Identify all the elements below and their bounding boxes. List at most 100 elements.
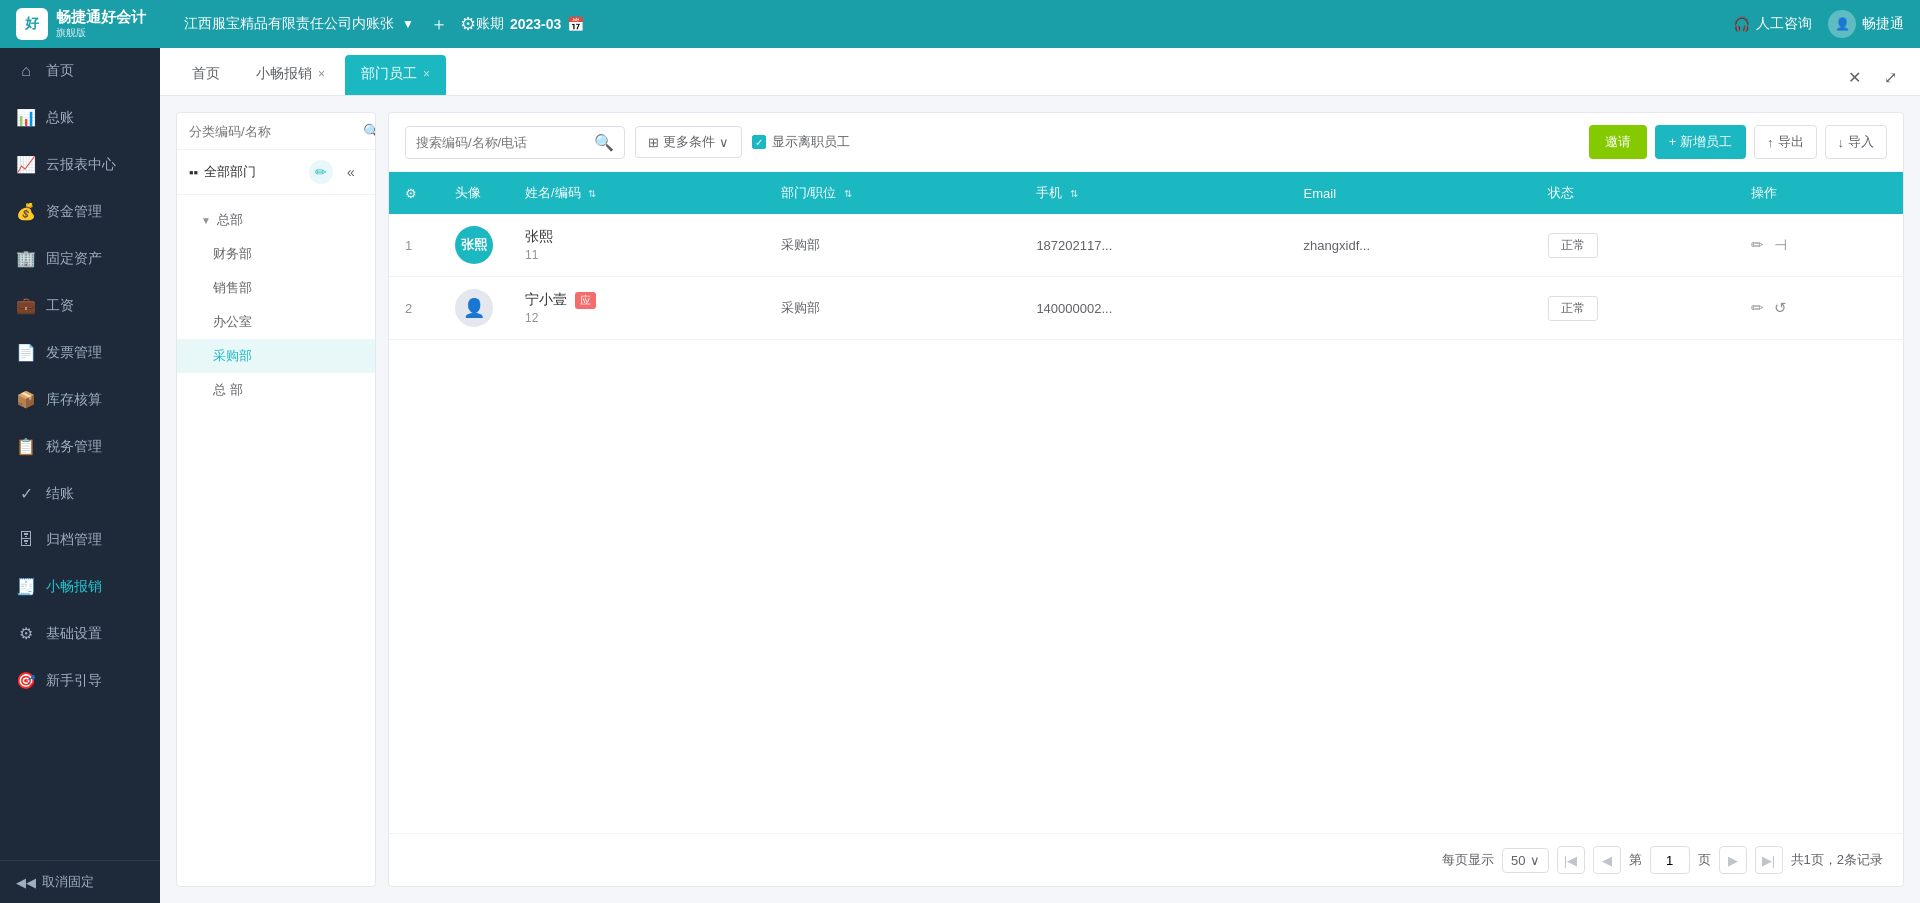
company-dropdown-icon: ▼ xyxy=(402,17,414,31)
dept-header-left: ▪▪ 全部部门 xyxy=(189,163,256,181)
sidebar: ⌂ 首页 📊 总账 📈 云报表中心 💰 资金管理 🏢 固定资产 💼 工资 📄 发… xyxy=(0,48,160,903)
add-employee-button[interactable]: + 新增员工 xyxy=(1655,125,1746,159)
logo-text-group: 畅捷通好会计 旗舰版 xyxy=(56,8,146,40)
dept-tree: ▼ 总部 财务部 销售部 办公室 采购部 xyxy=(177,195,375,886)
department-panel: 🔍 ▪▪ 全部部门 ✏ « ▼ 总部 xyxy=(176,112,376,887)
th-name-code[interactable]: 姓名/编码 ⇅ xyxy=(509,172,765,214)
sidebar-item-funds[interactable]: 💰 资金管理 xyxy=(0,188,160,235)
dept-header-actions: ✏ « xyxy=(309,160,363,184)
export-button[interactable]: ↑ 导出 xyxy=(1754,125,1817,159)
show-resigned-checkbox[interactable]: ✓ xyxy=(752,135,766,149)
tab-bar-actions: ✕ ⤢ xyxy=(1840,63,1904,95)
expense-icon: 🧾 xyxy=(16,577,36,596)
tab-expense[interactable]: 小畅报销 × xyxy=(240,55,341,95)
prev-page-button[interactable]: ◀ xyxy=(1593,846,1621,874)
invite-button[interactable]: 邀请 xyxy=(1589,125,1647,159)
logout-button[interactable]: ⊣ xyxy=(1774,236,1787,254)
sidebar-item-home[interactable]: ⌂ 首页 xyxy=(0,48,160,94)
add-icon[interactable]: ＋ xyxy=(430,12,448,36)
sidebar-item-guide[interactable]: 🎯 新手引导 xyxy=(0,657,160,704)
search-icon[interactable]: 🔍 xyxy=(594,133,614,152)
logo-area: 好 畅捷通好会计 旗舰版 xyxy=(16,8,176,40)
first-page-button[interactable]: |◀ xyxy=(1557,846,1585,874)
dept-node-purchasing[interactable]: 采购部 xyxy=(177,339,375,373)
employee-search-box: 🔍 xyxy=(405,126,625,159)
refresh-button[interactable]: ↺ xyxy=(1774,299,1787,317)
invoice-icon: 📄 xyxy=(16,343,36,362)
next-page-button[interactable]: ▶ xyxy=(1719,846,1747,874)
import-button[interactable]: ↓ 导入 xyxy=(1825,125,1888,159)
sidebar-item-settings[interactable]: ⚙ 基础设置 xyxy=(0,610,160,657)
avatar-placeholder: 👤 xyxy=(455,289,493,327)
page-size-select[interactable]: 50 ∨ xyxy=(1502,848,1548,873)
last-page-button[interactable]: ▶| xyxy=(1755,846,1783,874)
company-name[interactable]: 江西服宝精品有限责任公司内账张 ▼ xyxy=(184,15,414,33)
show-resigned-toggle[interactable]: ✓ 显示离职员工 xyxy=(752,133,850,151)
sort-dept-icon: ⇅ xyxy=(844,188,852,199)
tab-close-employee[interactable]: × xyxy=(423,67,430,81)
row-avatar: 👤 xyxy=(439,277,509,340)
dept-node-head[interactable]: ▼ 总部 xyxy=(177,203,375,237)
sidebar-item-closing[interactable]: ✓ 结账 xyxy=(0,470,160,517)
dept-node-office[interactable]: 办公室 xyxy=(177,305,375,339)
close-window-button[interactable]: ✕ xyxy=(1840,63,1868,91)
dept-collapse-button[interactable]: « xyxy=(339,160,363,184)
service-link[interactable]: 🎧 人工咨询 xyxy=(1733,15,1812,33)
pagination: 每页显示 50 ∨ |◀ ◀ 第 页 ▶ ▶| 共1页，2条记录 xyxy=(389,833,1903,886)
sort-phone-icon: ⇅ xyxy=(1070,188,1078,199)
sidebar-item-ledger[interactable]: 📊 总账 xyxy=(0,94,160,141)
dept-edit-button[interactable]: ✏ xyxy=(309,160,333,184)
sidebar-item-assets[interactable]: 🏢 固定资产 xyxy=(0,235,160,282)
tree-expand-icon: ▼ xyxy=(201,215,211,226)
sidebar-item-inventory[interactable]: 📦 库存核算 xyxy=(0,376,160,423)
row-number: 2 xyxy=(389,277,439,340)
ledger-icon: 📊 xyxy=(16,108,36,127)
sidebar-item-invoice[interactable]: 📄 发票管理 xyxy=(0,329,160,376)
edit-button[interactable]: ✏ xyxy=(1751,236,1764,254)
status-badge: 正常 xyxy=(1548,296,1598,321)
sidebar-item-archive[interactable]: 🗄 归档管理 xyxy=(0,517,160,563)
top-bar: 好 畅捷通好会计 旗舰版 江西服宝精品有限责任公司内账张 ▼ ＋ ⚙ 账期 20… xyxy=(0,0,1920,48)
main-layout: ⌂ 首页 📊 总账 📈 云报表中心 💰 资金管理 🏢 固定资产 💼 工资 📄 发… xyxy=(0,48,1920,903)
inventory-icon: 📦 xyxy=(16,390,36,409)
sidebar-item-expense[interactable]: 🧾 小畅报销 xyxy=(0,563,160,610)
employee-toolbar: 🔍 ⊞ 更多条件 ∨ ✓ 显示离职员工 邀请 xyxy=(389,113,1903,172)
cancel-pin-button[interactable]: ◀◀ 取消固定 xyxy=(0,860,160,903)
sidebar-item-tax[interactable]: 📋 税务管理 xyxy=(0,423,160,470)
row-number: 1 xyxy=(389,214,439,277)
reports-icon: 📈 xyxy=(16,155,36,174)
logo-icon: 好 xyxy=(16,8,48,40)
dept-node-sales[interactable]: 销售部 xyxy=(177,271,375,305)
row-status: 正常 xyxy=(1532,277,1735,340)
dept-search-icon[interactable]: 🔍 xyxy=(363,123,376,139)
dept-search-input[interactable] xyxy=(189,124,357,139)
filter-dropdown-icon: ∨ xyxy=(719,135,729,150)
th-avatar: 头像 xyxy=(439,172,509,214)
page-input[interactable] xyxy=(1650,846,1690,874)
dept-node-general[interactable]: 总 部 xyxy=(177,373,375,407)
row-dept: 采购部 xyxy=(765,214,1021,277)
tab-employee[interactable]: 部门员工 × xyxy=(345,55,446,95)
th-dept-position[interactable]: 部门/职位 ⇅ xyxy=(765,172,1021,214)
expand-window-button[interactable]: ⤢ xyxy=(1876,63,1904,91)
employee-search-input[interactable] xyxy=(416,135,588,150)
edit-button[interactable]: ✏ xyxy=(1751,299,1764,317)
tab-home[interactable]: 首页 xyxy=(176,55,236,95)
sidebar-item-salary[interactable]: 💼 工资 xyxy=(0,282,160,329)
tab-close-expense[interactable]: × xyxy=(318,67,325,81)
user-profile[interactable]: 👤 畅捷通 xyxy=(1828,10,1904,38)
settings-gear-icon[interactable]: ⚙ xyxy=(460,13,476,35)
th-settings[interactable]: ⚙ xyxy=(389,172,439,214)
dept-node-finance[interactable]: 财务部 xyxy=(177,237,375,271)
logo-text: 畅捷通好会计 xyxy=(56,8,146,26)
home-icon: ⌂ xyxy=(16,62,36,80)
guide-icon: 🎯 xyxy=(16,671,36,690)
top-bar-right: 🎧 人工咨询 👤 畅捷通 xyxy=(1733,10,1904,38)
th-phone[interactable]: 手机 ⇅ xyxy=(1020,172,1287,214)
filter-button[interactable]: ⊞ 更多条件 ∨ xyxy=(635,126,742,158)
row-status: 正常 xyxy=(1532,214,1735,277)
table-row: 1 张熙 张熙 11 xyxy=(389,214,1903,277)
account-period[interactable]: 账期 2023-03 📅 xyxy=(476,15,584,33)
row-email: zhangxidf... xyxy=(1288,214,1532,277)
sidebar-item-reports[interactable]: 📈 云报表中心 xyxy=(0,141,160,188)
